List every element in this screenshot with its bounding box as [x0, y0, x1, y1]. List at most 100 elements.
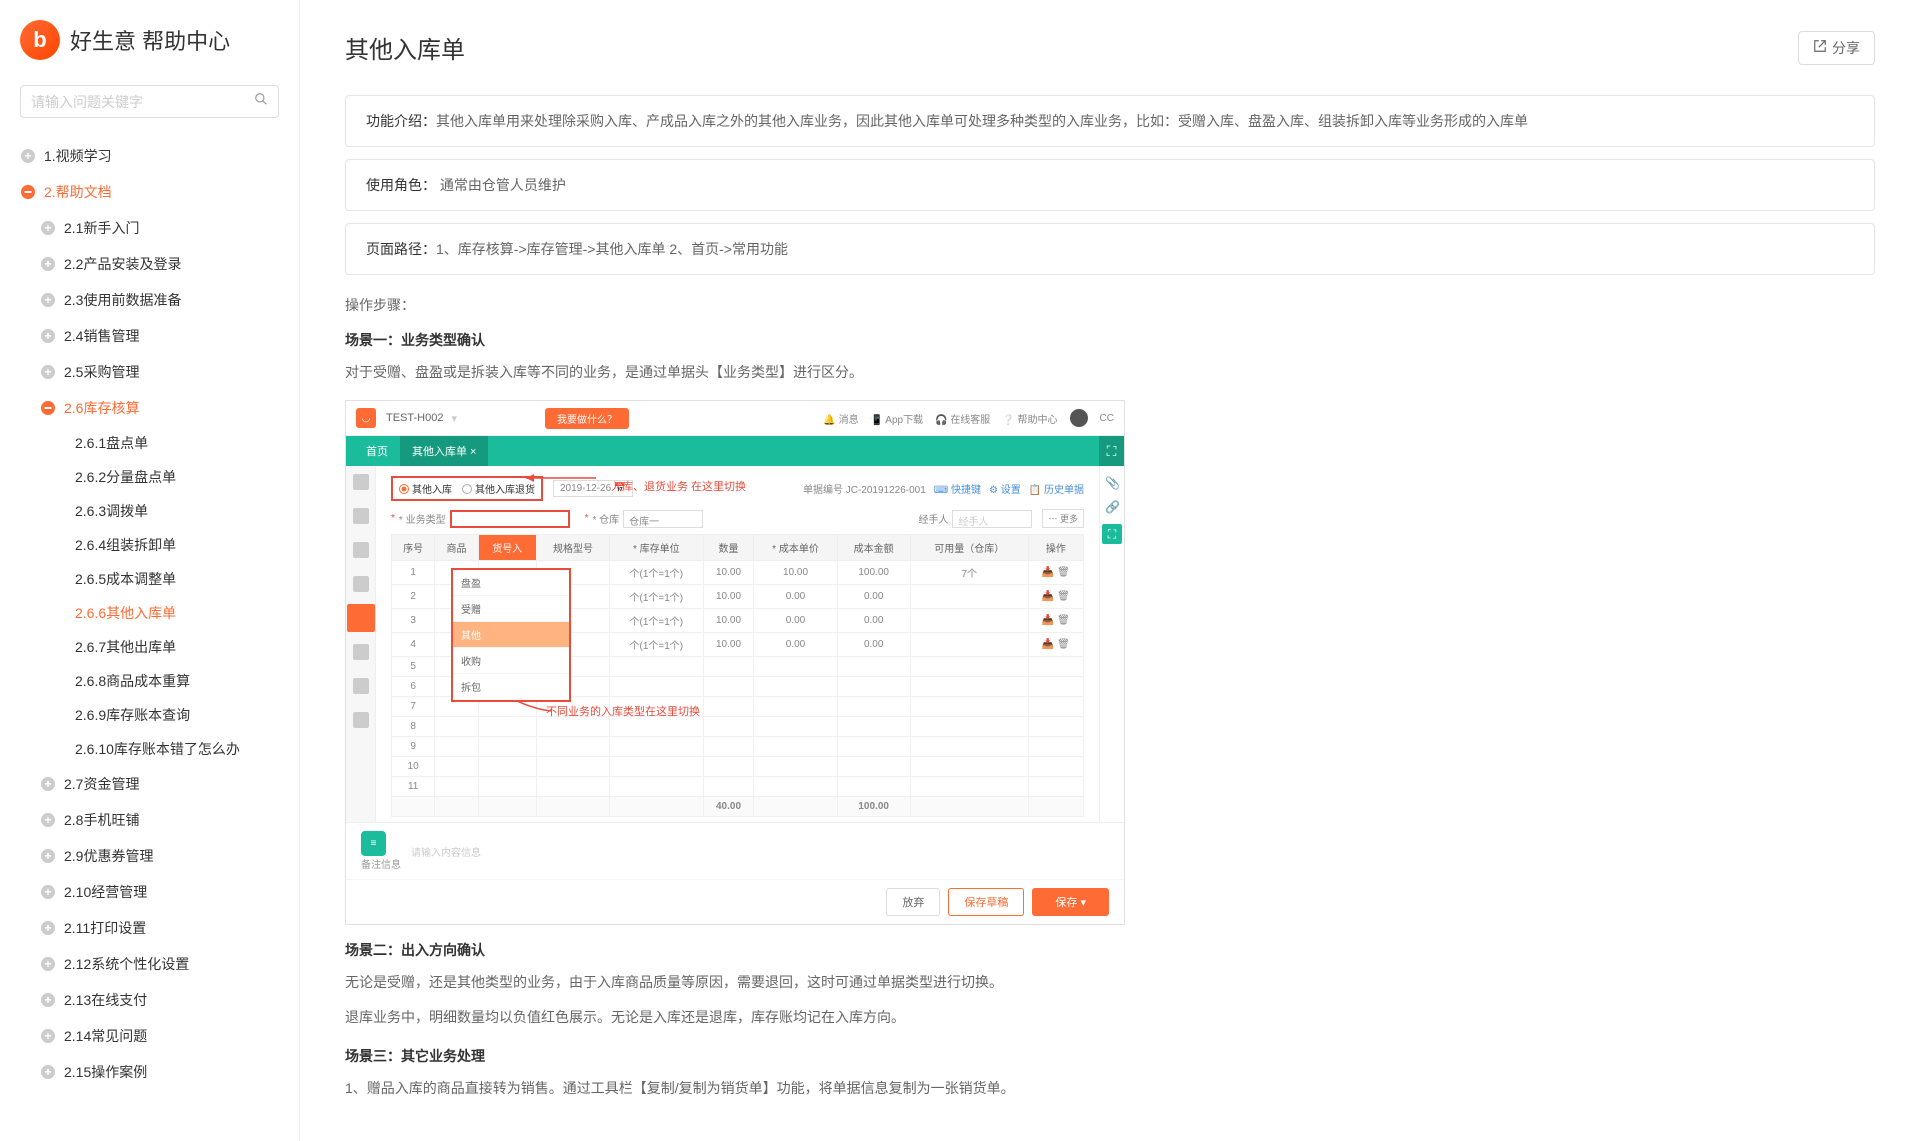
page-title: 其他入库单 [345, 30, 465, 65]
nav-item-20[interactable]: 2.9优惠券管理 [20, 838, 279, 874]
plus-icon [40, 956, 56, 972]
nav-item-8[interactable]: 2.6.1盘点单 [20, 426, 279, 460]
share-button[interactable]: 分享 [1798, 31, 1875, 65]
nav-item-21[interactable]: 2.10经营管理 [20, 874, 279, 910]
nav-item-13[interactable]: 2.6.6其他入库单 [20, 596, 279, 630]
nav-item-3[interactable]: 2.2产品安装及登录 [20, 246, 279, 282]
plus-icon [40, 364, 56, 380]
ss-dropdown: 盘盈受赠其他收购拆包 [451, 568, 571, 702]
nav-label: 2.15操作案例 [64, 1062, 147, 1082]
plus-icon [40, 920, 56, 936]
role-label: 使用角色： [366, 177, 436, 193]
ss-tab-home: 首页 [354, 436, 400, 466]
nav-item-4[interactable]: 2.3使用前数据准备 [20, 282, 279, 318]
ss-doc-type-box: 其他入库 其他入库退货 [391, 476, 543, 501]
scenario2-desc1: 无论是受赠，还是其他类型的业务，由于入库商品质量等原因，需要退回，这时可通过单据… [345, 970, 1875, 995]
plus-icon [40, 256, 56, 272]
plus-icon [40, 884, 56, 900]
nav-item-15[interactable]: 2.6.8商品成本重算 [20, 664, 279, 698]
nav-item-25[interactable]: 2.14常见问题 [20, 1018, 279, 1054]
nav-item-6[interactable]: 2.5采购管理 [20, 354, 279, 390]
plus-icon [40, 328, 56, 344]
nav-label: 2.帮助文档 [44, 182, 112, 202]
nav-label: 2.7资金管理 [64, 774, 139, 794]
ss-nav-icon [353, 644, 369, 660]
nav-item-24[interactable]: 2.13在线支付 [20, 982, 279, 1018]
scenario3-title: 场景三：其它业务处理 [345, 1046, 1875, 1066]
plus-icon [20, 148, 36, 164]
search-box[interactable] [20, 85, 279, 118]
nav-item-0[interactable]: 1.视频学习 [20, 138, 279, 174]
ss-nav-icon [353, 474, 369, 490]
nav-label: 2.6.3调拨单 [75, 501, 148, 521]
intro-box: 功能介绍：其他入库单用来处理除采购入库、产成品入库之外的其他入库业务，因此其他入… [345, 95, 1875, 147]
ss-annotation-2: 不同业务的入库类型在这里切换 [546, 703, 700, 719]
sidebar: b 好生意 帮助中心 1.视频学习2.帮助文档2.1新手入门2.2产品安装及登录… [0, 0, 300, 1141]
logo-icon: b [20, 20, 60, 60]
ss-tenant: TEST-H002 [386, 412, 443, 424]
ss-top-button: 我要做什么？ [545, 408, 629, 429]
nav-label: 2.6.7其他出库单 [75, 637, 176, 657]
ss-nav-icon [353, 542, 369, 558]
nav-label: 2.6.5成本调整单 [75, 569, 176, 589]
nav-item-22[interactable]: 2.11打印设置 [20, 910, 279, 946]
nav-item-18[interactable]: 2.7资金管理 [20, 766, 279, 802]
plus-icon [40, 220, 56, 236]
nav-item-5[interactable]: 2.4销售管理 [20, 318, 279, 354]
nav-item-17[interactable]: 2.6.10库存账本错了怎么办 [20, 732, 279, 766]
nav-label: 2.6.8商品成本重算 [75, 671, 190, 691]
role-box: 使用角色： 通常由仓管人员维护 [345, 159, 1875, 211]
nav-label: 2.8手机旺铺 [64, 810, 139, 830]
nav-item-7[interactable]: 2.6库存核算 [20, 390, 279, 426]
path-label: 页面路径： [366, 241, 436, 257]
scenario2-title: 场景二：出入方向确认 [345, 940, 1875, 960]
nav-label: 2.6库存核算 [64, 398, 139, 418]
nav-label: 2.6.4组装拆卸单 [75, 535, 176, 555]
nav-item-14[interactable]: 2.6.7其他出库单 [20, 630, 279, 664]
nav-item-9[interactable]: 2.6.2分量盘点单 [20, 460, 279, 494]
plus-icon [40, 848, 56, 864]
nav-item-2[interactable]: 2.1新手入门 [20, 210, 279, 246]
minus-icon [40, 400, 56, 416]
ss-nav-icon [353, 712, 369, 728]
scenario2-desc2: 退库业务中，明细数量均以负值红色展示。无论是入库还是退库，库存账均记在入库方向。 [345, 1005, 1875, 1030]
nav-tree: 1.视频学习 2.帮助文档 2.1新手入门 2.2产品安装及登录 2.3使用前数据准备 2… [20, 138, 279, 1090]
nav-item-26[interactable]: 2.15操作案例 [20, 1054, 279, 1090]
ss-avatar-icon [1070, 409, 1088, 427]
screenshot-image: ◡ TEST-H002 ▾ 我要做什么？ 🔔 消息 📱 App下载 🎧 在线客服… [345, 400, 1125, 925]
ss-nav-icon [353, 508, 369, 524]
search-icon[interactable] [254, 92, 268, 111]
plus-icon [40, 992, 56, 1008]
ss-tool-icon: ⛶ [1102, 524, 1122, 544]
nav-item-10[interactable]: 2.6.3调拨单 [20, 494, 279, 528]
nav-item-23[interactable]: 2.12系统个性化设置 [20, 946, 279, 982]
main-content: 其他入库单 分享 功能介绍：其他入库单用来处理除采购入库、产成品入库之外的其他入… [300, 0, 1920, 1141]
nav-label: 2.3使用前数据准备 [64, 290, 181, 310]
nav-label: 2.12系统个性化设置 [64, 954, 189, 974]
ss-save-button: 保存 ▾ [1032, 888, 1109, 916]
ss-tab-expand-icon: ⛶ [1099, 436, 1124, 466]
nav-label: 2.4销售管理 [64, 326, 139, 346]
path-box: 页面路径：1、库存核算->库存管理->其他入库单 2、首页->常用功能 [345, 223, 1875, 275]
nav-label: 2.6.2分量盘点单 [75, 467, 176, 487]
ss-nav-icon-active [347, 604, 375, 632]
nav-label: 2.5采购管理 [64, 362, 139, 382]
nav-item-19[interactable]: 2.8手机旺铺 [20, 802, 279, 838]
nav-item-11[interactable]: 2.6.4组装拆卸单 [20, 528, 279, 562]
nav-item-16[interactable]: 2.6.9库存账本查询 [20, 698, 279, 732]
nav-label: 2.6.6其他入库单 [75, 603, 176, 623]
ss-draft-button: 保存草稿 [948, 888, 1024, 916]
share-icon [1813, 39, 1827, 56]
share-label: 分享 [1832, 38, 1860, 58]
nav-label: 2.6.1盘点单 [75, 433, 148, 453]
plus-icon [40, 1064, 56, 1080]
plus-icon [40, 812, 56, 828]
intro-content: 其他入库单用来处理除采购入库、产成品入库之外的其他入库业务，因此其他入库单可处理… [436, 113, 1528, 129]
ss-tab-current: 其他入库单 × [400, 436, 488, 466]
nav-item-12[interactable]: 2.6.5成本调整单 [20, 562, 279, 596]
search-input[interactable] [31, 94, 254, 110]
ss-logo-icon: ◡ [356, 408, 376, 428]
nav-label: 2.2产品安装及登录 [64, 254, 181, 274]
nav-item-1[interactable]: 2.帮助文档 [20, 174, 279, 210]
nav-label: 2.1新手入门 [64, 218, 139, 238]
